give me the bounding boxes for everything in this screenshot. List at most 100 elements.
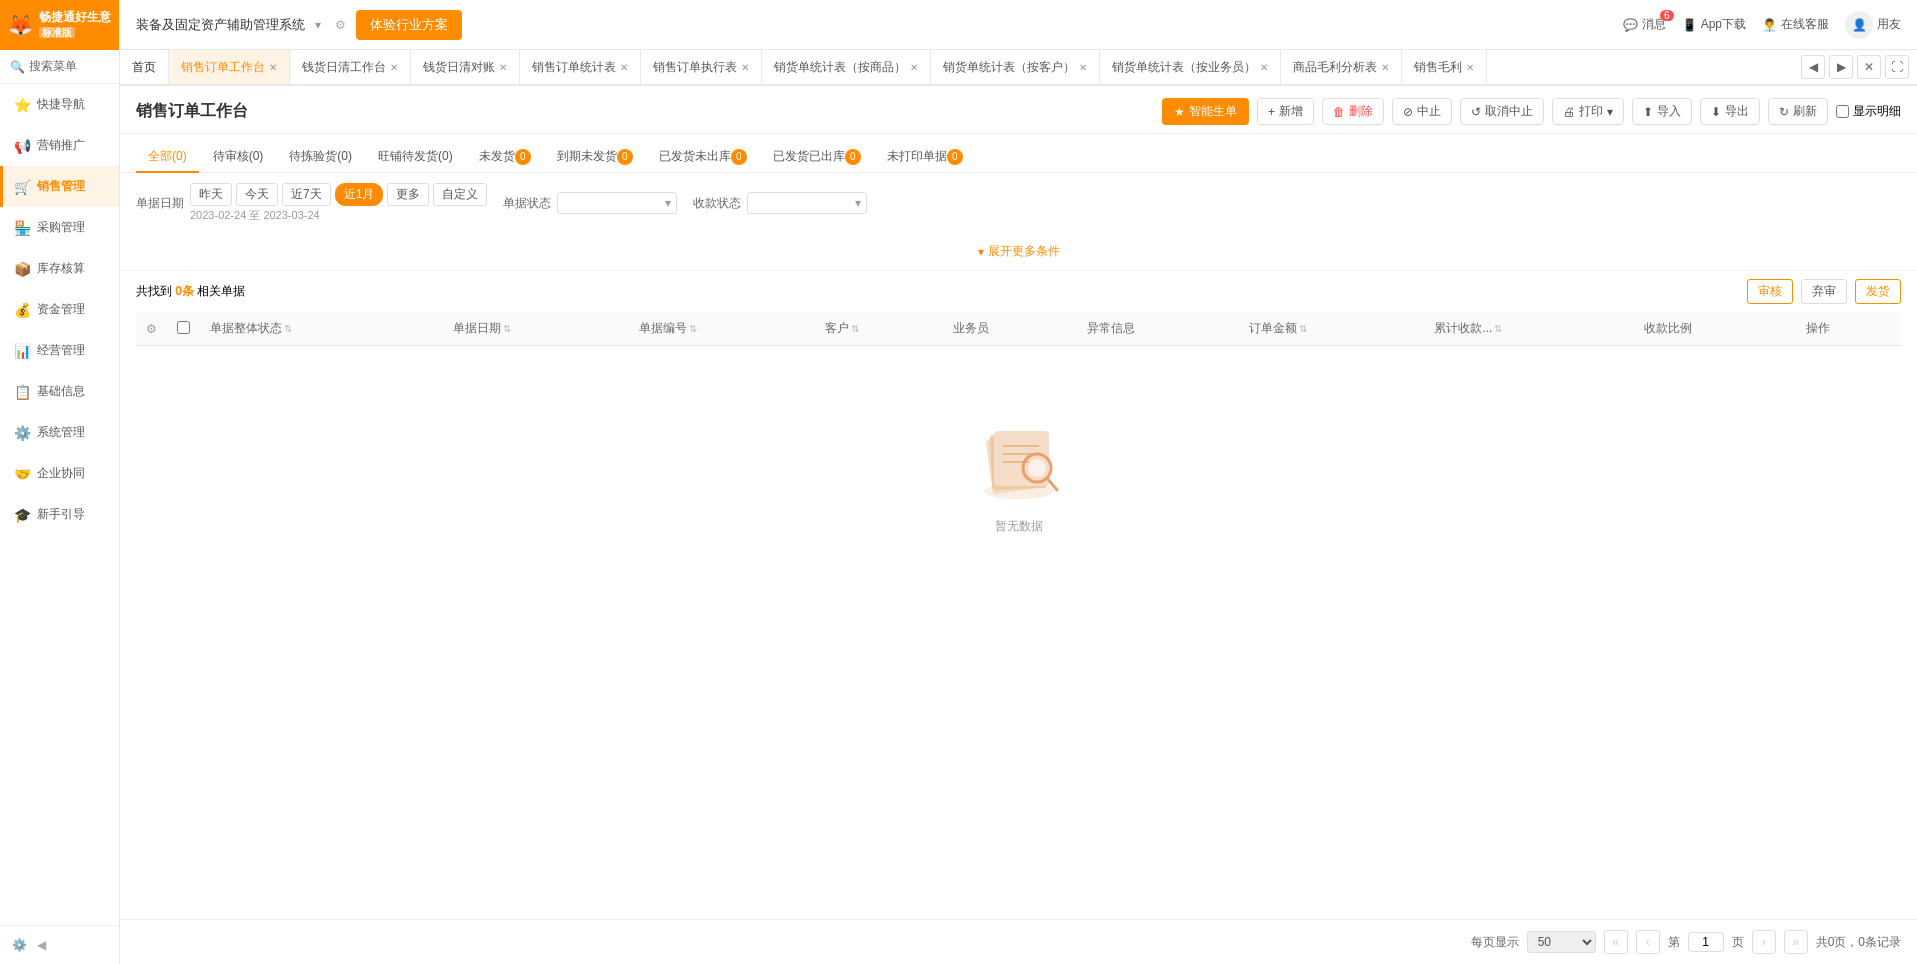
- sidebar-item-guide[interactable]: 🎓 新手引导: [0, 494, 119, 535]
- date-btn-today[interactable]: 今天: [236, 183, 278, 206]
- collapse-icon[interactable]: ◀: [37, 938, 46, 952]
- tab-close-cash-reconcile[interactable]: ✕: [499, 62, 507, 73]
- sidebar-item-inventory[interactable]: 📦 库存核算: [0, 248, 119, 289]
- delete-button[interactable]: 🗑 删除: [1322, 98, 1384, 125]
- page-next-button[interactable]: ›: [1752, 930, 1776, 954]
- date-btn-1month[interactable]: 近1月: [335, 183, 384, 206]
- date-btn-custom[interactable]: 自定义: [433, 183, 487, 206]
- sidebar-item-base-info[interactable]: 📋 基础信息: [0, 371, 119, 412]
- tab-close-all[interactable]: ✕: [1857, 55, 1881, 79]
- expand-filter-button[interactable]: ▾ 展开更多条件: [978, 243, 1060, 260]
- sidebar-item-sales[interactable]: 🛒 销售管理: [0, 166, 119, 207]
- cancel-stop-button[interactable]: ↺ 取消中止: [1460, 98, 1544, 125]
- tab-sales-order[interactable]: 销售订单工作台✕: [169, 50, 290, 84]
- subtab-expired-not-shipped[interactable]: 到期未发货0: [545, 142, 645, 173]
- page-size-select[interactable]: 50 10 20 100: [1527, 931, 1596, 953]
- subtab-shipped-out[interactable]: 已发货已出库0: [761, 142, 873, 173]
- page-input[interactable]: [1688, 932, 1724, 952]
- subtab-shipped-not-out[interactable]: 已发货未出库0: [647, 142, 759, 173]
- message-icon-item[interactable]: 💬 消息 6: [1623, 16, 1666, 33]
- subtab-wangpu-pending[interactable]: 旺铺待发货(0): [366, 142, 465, 173]
- show-detail-checkbox-label[interactable]: 显示明细: [1836, 103, 1901, 120]
- sidebar-search[interactable]: 🔍 搜索菜单: [0, 50, 119, 84]
- tab-close-sales-stats[interactable]: ✕: [620, 62, 628, 73]
- tab-sales-gross[interactable]: 销售毛利✕: [1402, 50, 1487, 84]
- tab-sales-stats[interactable]: 销售订单统计表✕: [520, 50, 641, 84]
- tab-sale-stats-employee[interactable]: 销货单统计表（按业务员）✕: [1100, 50, 1281, 84]
- subtab-all[interactable]: 全部(0): [136, 142, 199, 173]
- tab-close-cash-day[interactable]: ✕: [390, 62, 398, 73]
- stop-button[interactable]: ⊘ 中止: [1392, 98, 1452, 125]
- date-btn-yesterday[interactable]: 昨天: [190, 183, 232, 206]
- page-prev-button[interactable]: ‹: [1636, 930, 1660, 954]
- refresh-button[interactable]: ↻ 刷新: [1768, 98, 1828, 125]
- page-first-button[interactable]: «: [1604, 930, 1628, 954]
- sidebar-item-marketing[interactable]: 📢 营销推广: [0, 125, 119, 166]
- print-button[interactable]: 🖨 打印 ▾: [1552, 98, 1624, 125]
- cancel-audit-button[interactable]: 弃审: [1801, 279, 1847, 304]
- new-button[interactable]: + 新增: [1257, 98, 1314, 125]
- tab-close-sales-order[interactable]: ✕: [269, 62, 277, 73]
- page-next-label: 页: [1732, 934, 1744, 951]
- sort-status-icon[interactable]: ⇅: [284, 323, 292, 334]
- export-button[interactable]: ⬇ 导出: [1700, 98, 1760, 125]
- page-last-button[interactable]: »: [1784, 930, 1808, 954]
- tab-close-sale-stats-employee[interactable]: ✕: [1260, 62, 1268, 73]
- dropdown-icon[interactable]: ▾: [315, 18, 321, 32]
- sort-customer-icon[interactable]: ⇅: [851, 323, 859, 334]
- tab-goods-margin[interactable]: 商品毛利分析表✕: [1281, 50, 1402, 84]
- sort-number-icon[interactable]: ⇅: [689, 323, 697, 334]
- subtab-pending-inspect[interactable]: 待拣验货(0): [277, 142, 364, 173]
- tab-home[interactable]: 首页: [120, 50, 169, 84]
- import-button[interactable]: ⬆ 导入: [1632, 98, 1692, 125]
- select-all-checkbox[interactable]: [177, 321, 190, 334]
- date-btn-more[interactable]: 更多: [387, 183, 429, 206]
- export-icon: ⬇: [1711, 105, 1721, 119]
- tab-close-sales-gross[interactable]: ✕: [1466, 62, 1474, 73]
- user-item[interactable]: 👤 用友: [1845, 11, 1901, 39]
- tab-cash-day[interactable]: 钱货日清工作台✕: [290, 50, 411, 84]
- th-checkbox[interactable]: [167, 312, 200, 346]
- status-select[interactable]: [557, 192, 677, 214]
- nav-icon-enterprise: 🤝: [13, 466, 31, 482]
- date-btn-7days[interactable]: 近7天: [282, 183, 331, 206]
- sidebar-item-finance[interactable]: 💰 资金管理: [0, 289, 119, 330]
- message-icon: 💬: [1623, 18, 1638, 32]
- sidebar-item-quick-nav[interactable]: ⭐ 快捷导航: [0, 84, 119, 125]
- tab-close-sales-exec[interactable]: ✕: [741, 62, 749, 73]
- sort-date-icon[interactable]: ⇅: [503, 323, 511, 334]
- solution-button[interactable]: 体验行业方案: [356, 10, 462, 40]
- tab-close-goods-margin[interactable]: ✕: [1381, 62, 1389, 73]
- tab-fullscreen[interactable]: ⛶: [1885, 55, 1909, 79]
- app-download-item[interactable]: 📱 App下载: [1682, 16, 1746, 33]
- sidebar-item-purchase[interactable]: 🏪 采购管理: [0, 207, 119, 248]
- tab-close-sale-stats-product[interactable]: ✕: [910, 62, 918, 73]
- ship-button[interactable]: 发货: [1855, 279, 1901, 304]
- th-settings[interactable]: ⚙: [136, 312, 167, 346]
- audit-button[interactable]: 审核: [1747, 279, 1793, 304]
- subtab-pending-audit[interactable]: 待审核(0): [201, 142, 276, 173]
- tab-sales-exec[interactable]: 销售订单执行表✕: [641, 50, 762, 84]
- sort-collected-icon[interactable]: ⇅: [1494, 323, 1502, 334]
- tab-sale-stats-customer[interactable]: 销货单统计表（按客户）✕: [931, 50, 1100, 84]
- sidebar-item-operations[interactable]: 📊 经营管理: [0, 330, 119, 371]
- settings-topbar-icon[interactable]: ⚙: [335, 18, 346, 32]
- tab-scroll-right[interactable]: ▶: [1829, 55, 1853, 79]
- nav-label-base-info: 基础信息: [37, 383, 85, 400]
- tab-scroll-left[interactable]: ◀: [1801, 55, 1825, 79]
- settings-icon[interactable]: ⚙️: [12, 938, 27, 952]
- tab-cash-reconcile[interactable]: 钱货日清对账✕: [411, 50, 520, 84]
- subtab-not-shipped[interactable]: 未发货0: [467, 142, 543, 173]
- th-customer: 客户⇅: [815, 312, 944, 346]
- sidebar-item-system[interactable]: ⚙️ 系统管理: [0, 412, 119, 453]
- subtab-not-printed[interactable]: 未打印单据0: [875, 142, 975, 173]
- smart-order-button[interactable]: ★ 智能生单: [1162, 98, 1249, 125]
- show-detail-checkbox[interactable]: [1836, 105, 1849, 118]
- tab-sale-stats-product[interactable]: 销货单统计表（按商品）✕: [762, 50, 931, 84]
- tab-close-sale-stats-customer[interactable]: ✕: [1079, 62, 1087, 73]
- sort-amount-icon[interactable]: ⇅: [1299, 323, 1307, 334]
- user-name: 用友: [1877, 16, 1901, 33]
- payment-select[interactable]: [747, 192, 867, 214]
- sidebar-item-enterprise[interactable]: 🤝 企业协同: [0, 453, 119, 494]
- online-service-item[interactable]: 👨‍💼 在线客服: [1762, 16, 1829, 33]
